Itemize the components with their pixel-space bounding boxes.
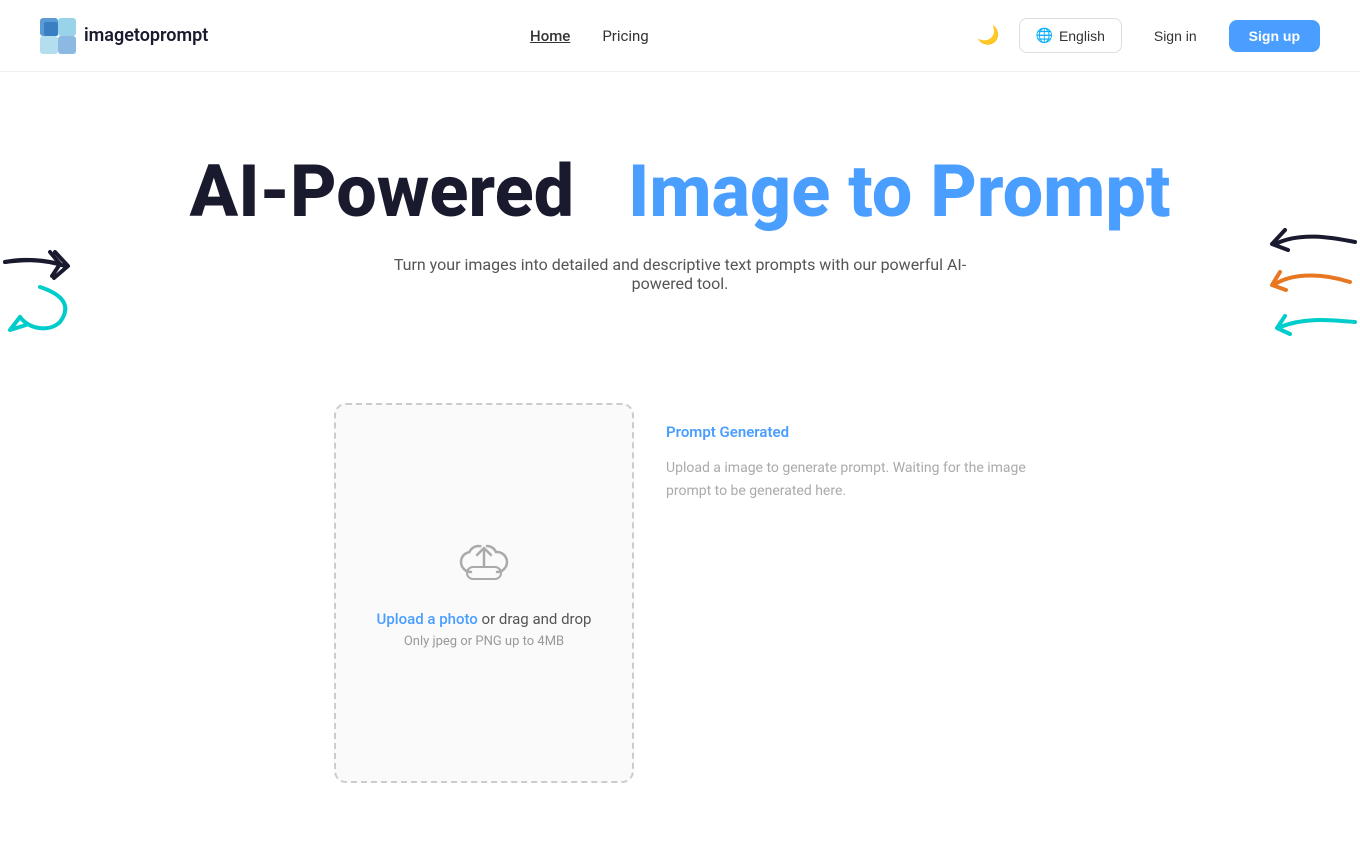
prompt-title: Prompt Generated <box>666 423 1026 441</box>
upload-cloud-icon <box>458 537 510 594</box>
main-content: Upload a photo or drag and drop Only jpe… <box>130 403 1230 823</box>
hero-section: AI-Powered Image to Prompt Turn your ima… <box>0 72 1360 403</box>
language-label: English <box>1059 28 1105 44</box>
hero-title-dark: AI-Powered <box>190 149 575 234</box>
nav-pricing[interactable]: Pricing <box>602 27 648 45</box>
sign-in-button[interactable]: Sign in <box>1134 20 1217 52</box>
nav-home[interactable]: Home <box>530 27 570 45</box>
sign-up-button[interactable]: Sign up <box>1229 20 1320 52</box>
upload-text: Upload a photo or drag and drop <box>377 610 592 628</box>
upload-hint: Only jpeg or PNG up to 4MB <box>404 634 564 649</box>
logo-text: imagetoprompt <box>84 25 208 46</box>
logo-icon <box>40 18 76 54</box>
prompt-area: Prompt Generated Upload a image to gener… <box>666 403 1026 783</box>
language-button[interactable]: 🌐 English <box>1019 18 1122 53</box>
navbar: imagetoprompt Home Pricing 🌙 🌐 English S… <box>0 0 1360 72</box>
hero-title-blue: Image to Prompt <box>628 149 1171 234</box>
dark-mode-button[interactable]: 🌙 <box>971 18 1007 54</box>
left-arrows-decoration <box>0 222 130 342</box>
upload-dropzone[interactable]: Upload a photo or drag and drop Only jpe… <box>334 403 634 783</box>
upload-link[interactable]: Upload a photo <box>377 610 478 628</box>
logo-area: imagetoprompt <box>40 18 208 54</box>
right-arrows-decoration <box>1160 212 1360 372</box>
hero-subtitle: Turn your images into detailed and descr… <box>370 255 990 293</box>
prompt-placeholder: Upload a image to generate prompt. Waiti… <box>666 457 1026 502</box>
nav-actions: 🌙 🌐 English Sign in Sign up <box>971 18 1321 54</box>
hero-title: AI-Powered Image to Prompt <box>40 152 1320 231</box>
upload-drag-text: or drag and drop <box>478 610 592 628</box>
globe-icon: 🌐 <box>1036 27 1053 44</box>
nav-links: Home Pricing <box>530 27 649 45</box>
